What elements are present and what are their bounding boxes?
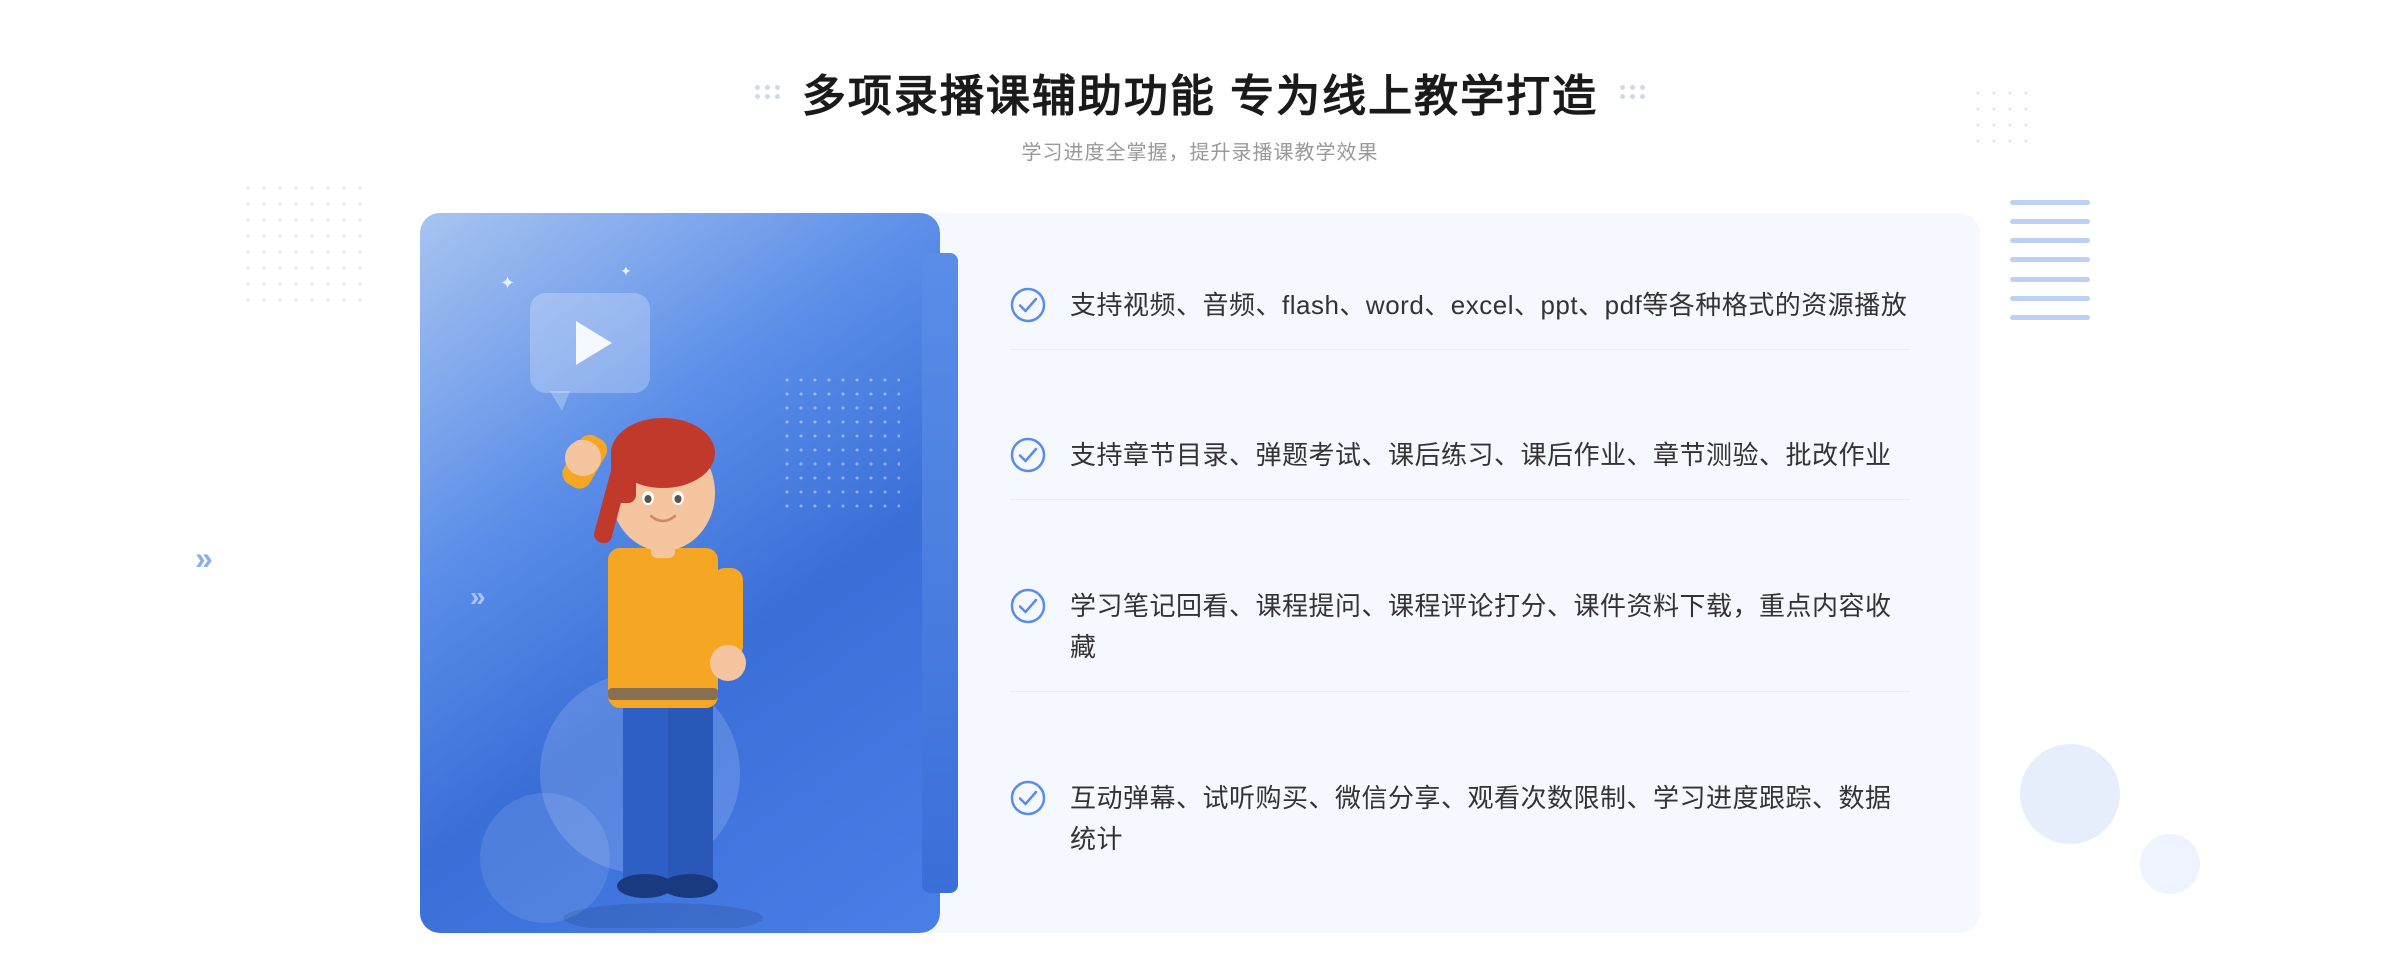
title-wrapper: 多项录播课辅助功能 专为线上教学打造	[755, 60, 1645, 124]
title-deco-right	[1620, 85, 1645, 99]
feature-text-1: 支持视频、音频、flash、word、excel、ppt、pdf等各种格式的资源…	[1070, 285, 1907, 327]
features-panel: 支持视频、音频、flash、word、excel、ppt、pdf等各种格式的资源…	[930, 213, 1980, 933]
feature-text-4: 互动弹幕、试听购买、微信分享、观看次数限制、学习进度跟踪、数据统计	[1070, 778, 1910, 861]
check-icon-1	[1010, 287, 1046, 323]
page-container: 多项录播课辅助功能 专为线上教学打造 学习进度全掌握，提升录播课教学效果 »	[0, 0, 2400, 974]
dot-grid-right	[1970, 85, 2030, 145]
stripe-deco	[2010, 200, 2090, 320]
arrow-deco: »	[470, 581, 486, 613]
illustration-card: ✦ ✦ »	[420, 213, 940, 933]
feature-item-4: 互动弹幕、试听购买、微信分享、观看次数限制、学习进度跟踪、数据统计	[1010, 756, 1910, 883]
check-icon-4	[1010, 780, 1046, 816]
deco-circle-2	[2140, 834, 2200, 894]
dot-grid-left	[240, 180, 370, 310]
check-icon-2	[1010, 437, 1046, 473]
sparkle-1: ✦	[500, 273, 515, 294]
content-area: ✦ ✦ »	[420, 213, 1980, 933]
sparkle-2: ✦	[620, 263, 632, 280]
main-title: 多项录播课辅助功能 专为线上教学打造	[802, 60, 1598, 124]
left-chevrons-deco: »	[195, 540, 213, 577]
person-figure	[493, 348, 833, 933]
title-deco-left	[755, 85, 780, 99]
feature-text-2: 支持章节目录、弹题考试、课后练习、课后作业、章节测验、批改作业	[1070, 435, 1892, 477]
deco-circle-1	[2020, 744, 2120, 844]
check-icon-3	[1010, 588, 1046, 624]
subtitle: 学习进度全掌握，提升录播课教学效果	[755, 136, 1645, 165]
feature-text-3: 学习笔记回看、课程提问、课程评论打分、课件资料下载，重点内容收藏	[1070, 586, 1910, 669]
title-section: 多项录播课辅助功能 专为线上教学打造 学习进度全掌握，提升录播课教学效果	[755, 60, 1645, 165]
feature-item-3: 学习笔记回看、课程提问、课程评论打分、课件资料下载，重点内容收藏	[1010, 564, 1910, 692]
feature-item-1: 支持视频、音频、flash、word、excel、ppt、pdf等各种格式的资源…	[1010, 263, 1910, 350]
accent-bar	[922, 253, 958, 893]
feature-item-2: 支持章节目录、弹题考试、课后练习、课后作业、章节测验、批改作业	[1010, 413, 1910, 500]
